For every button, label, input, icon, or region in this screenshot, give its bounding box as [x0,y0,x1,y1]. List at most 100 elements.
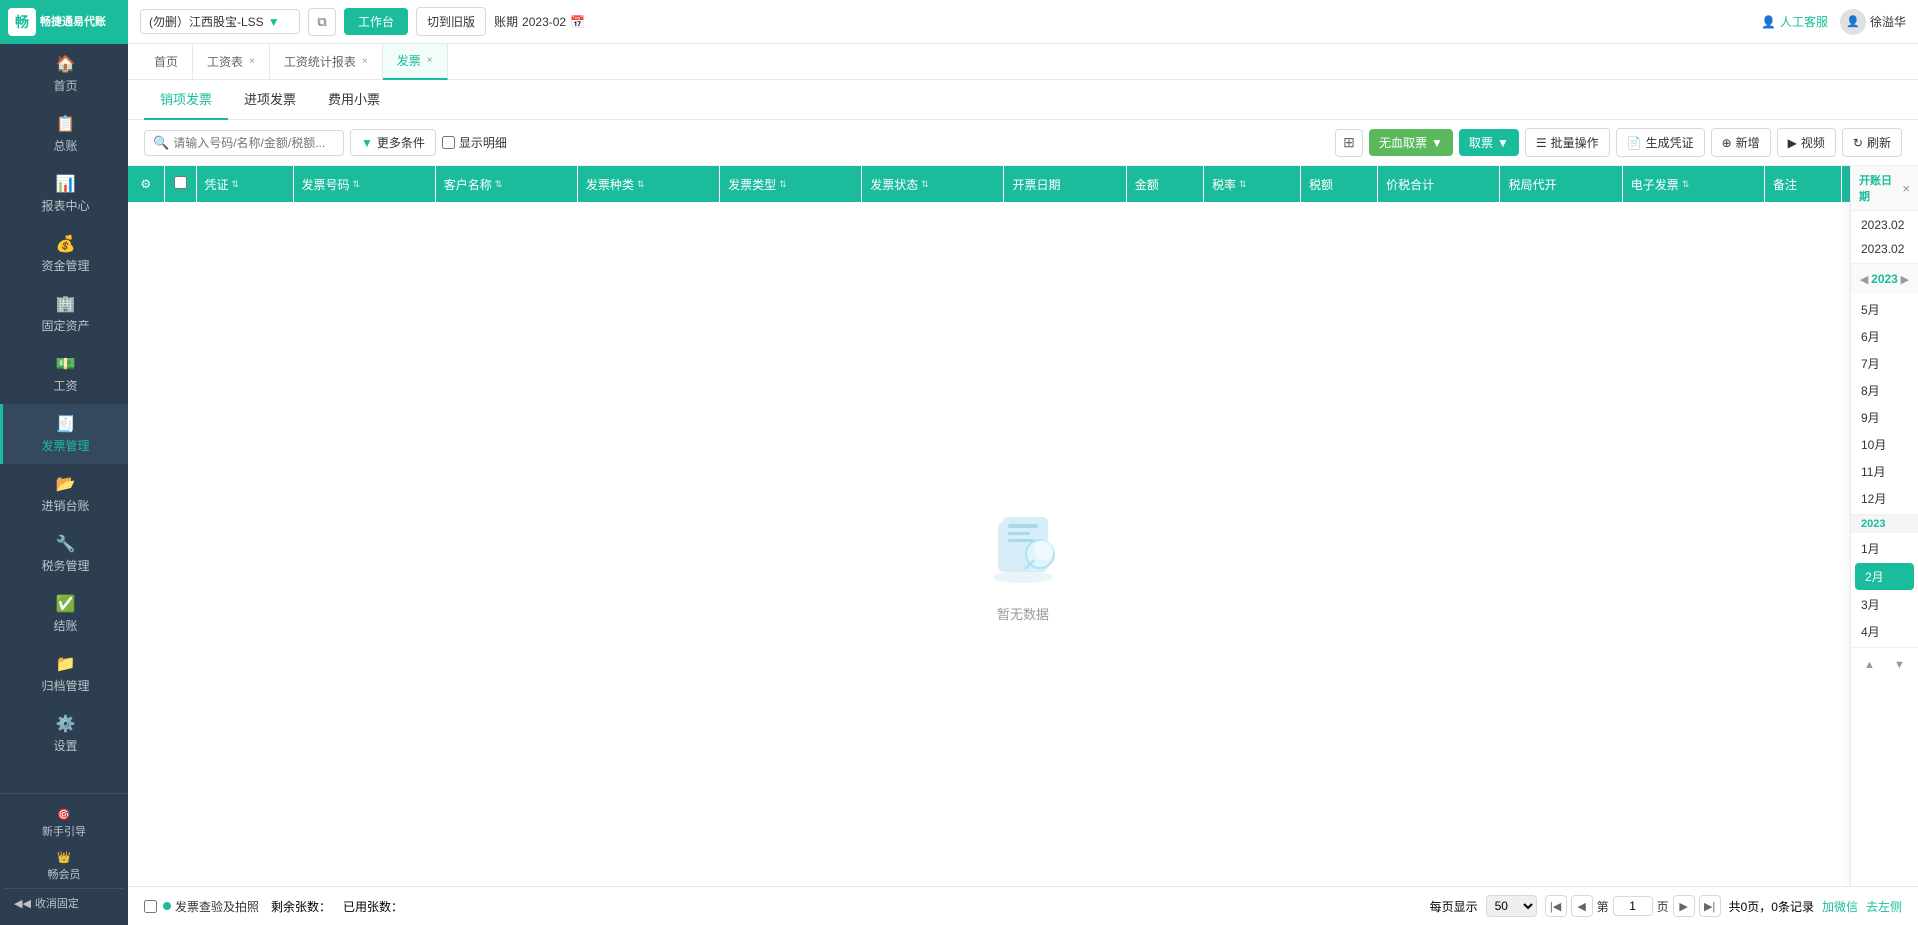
sidebar-item-settings[interactable]: ⚙️ 设置 [0,704,128,764]
th-voucher[interactable]: 凭证 ⇅ [196,166,293,202]
refresh-label: 刷新 [1867,134,1891,151]
last-page-button[interactable]: ▶| [1699,895,1721,917]
join-wechat-link[interactable]: 加微信 [1822,898,1858,915]
show-detail-checkbox[interactable] [442,136,455,149]
sidebar-item-ledger[interactable]: 📋 总账 [0,104,128,164]
assets-icon: 🏢 [56,294,76,314]
copy-button[interactable]: ⧉ [308,8,336,36]
batch-ops-button[interactable]: ☰ 批量操作 [1525,128,1610,157]
verify-checkbox[interactable] [144,900,157,913]
date-item-2023-3[interactable]: 3月 [1851,591,1918,618]
sidebar-item-guide[interactable]: 🎯 新手引导 [4,802,124,845]
th-customer[interactable]: 客户名称 ⇅ [435,166,577,202]
gen-voucher-button[interactable]: 📄 生成凭证 [1616,128,1705,157]
subtab-sales-invoice[interactable]: 销项发票 [144,80,228,120]
date-item-6[interactable]: 6月 [1851,323,1918,350]
prev-page-button[interactable]: ◀ [1571,895,1593,917]
th-invoice-type[interactable]: 发票种类 ⇅ [577,166,719,202]
sidebar-item-tax[interactable]: 🔧 税务管理 [0,524,128,584]
date-up-icon[interactable]: ▲ [1859,654,1881,676]
date-item-12[interactable]: 12月 [1851,485,1918,512]
guide-label: 新手引导 [42,823,86,839]
sidebar-item-salary[interactable]: 💵 工资 [0,344,128,404]
company-selector[interactable]: (勿删）江西股宝-LSS ▼ [140,9,300,34]
batch-ops-icon: ☰ [1536,136,1547,150]
tab-home[interactable]: 首页 [140,44,193,80]
date-item-2023-02-second-label: 2023.02 [1861,242,1904,256]
sidebar-item-sales[interactable]: 📂 进销台账 [0,464,128,524]
workbench-button[interactable]: 工作台 [344,8,408,35]
period-text: 账期 [494,13,518,30]
date-item-10[interactable]: 10月 [1851,431,1918,458]
per-page-select[interactable]: 50 100 200 [1486,895,1537,917]
date-item-2023-4[interactable]: 4月 [1851,618,1918,645]
tab-invoice[interactable]: 发票 × [383,44,448,80]
date-item-2023-2[interactable]: 2月 [1855,563,1914,590]
show-detail-checkbox-label: 显示明细 [442,134,507,151]
video-button[interactable]: ▶ 视频 [1777,128,1836,157]
sidebar-item-assets[interactable]: 🏢 固定资产 [0,284,128,344]
go-left-link[interactable]: 去左侧 [1866,898,1902,915]
sidebar-item-reports[interactable]: 📊 报表中心 [0,164,128,224]
switch-version-button[interactable]: 切到旧版 [416,7,486,36]
date-item-2023-1[interactable]: 1月 [1851,535,1918,562]
finance-icon: 💰 [56,234,76,254]
th-checkbox[interactable] [164,166,196,202]
refresh-button[interactable]: ↻ 刷新 [1842,128,1902,157]
th-electronic[interactable]: 电子发票 ⇅ [1622,166,1764,202]
table-container: ⚙ 凭证 ⇅ [128,166,1918,886]
close-salary-stats-tab[interactable]: × [362,56,368,67]
subtab-bar: 销项发票 进项发票 费用小票 [128,80,1918,120]
tab-salary[interactable]: 工资表 × [193,44,270,80]
th-invoice-status[interactable]: 发票状态 ⇅ [862,166,1004,202]
next-year-button[interactable]: ▶ [1898,268,1912,290]
sidebar-item-invoice[interactable]: 🧾 发票管理 [0,404,128,464]
sort-tax-rate-icon: ⇅ [1239,179,1247,190]
search-box[interactable]: 🔍 [144,130,344,156]
sidebar-item-member[interactable]: 👑 畅会员 [4,845,124,888]
date-item-11[interactable]: 11月 [1851,458,1918,485]
subtab-expense[interactable]: 费用小票 [312,80,396,120]
take-ticket-button[interactable]: 取票 ▼ [1459,129,1519,156]
sidebar-item-home[interactable]: 🏠 首页 [0,44,128,104]
search-input[interactable] [173,136,335,150]
date-panel-close-button[interactable]: × [1902,181,1910,196]
tab-salary-stats[interactable]: 工资统计报表 × [270,44,383,80]
th-invoice-no[interactable]: 发票号码 ⇅ [293,166,435,202]
close-invoice-tab[interactable]: × [427,55,433,66]
close-salary-tab[interactable]: × [249,56,255,67]
sidebar-item-finance[interactable]: 💰 资金管理 [0,224,128,284]
date-item-5[interactable]: 5月 [1851,296,1918,323]
column-settings-button[interactable]: ⊞ [1335,129,1363,157]
date-item-9[interactable]: 9月 [1851,404,1918,431]
batch-ops-label: 批量操作 [1551,134,1599,151]
company-name: (勿删）江西股宝-LSS [149,13,264,30]
new-invoice-button[interactable]: ⊕ 新增 [1711,128,1771,157]
current-year-label[interactable]: 2023 [1871,272,1898,286]
invoice-verify-btn[interactable]: 发票查验及拍照 [144,898,259,915]
th-tax-rate[interactable]: 税率 ⇅ [1203,166,1300,202]
table-header-row: ⚙ 凭证 ⇅ [128,166,1918,202]
prev-year-button[interactable]: ◀ [1857,268,1871,290]
date-down-icon[interactable]: ▼ [1889,654,1911,676]
subtab-purchase-invoice[interactable]: 进项发票 [228,80,312,120]
sidebar-item-closing[interactable]: ✅ 结账 [0,584,128,644]
table-date-wrapper: ⚙ 凭证 ⇅ [128,166,1918,886]
sidebar-item-archive[interactable]: 📁 归档管理 [0,644,128,704]
date-item-2023-02-top[interactable]: 2023.02 [1851,213,1918,237]
page-input[interactable] [1613,896,1653,916]
select-all-checkbox[interactable] [174,176,187,189]
next-page-button[interactable]: ▶ [1673,895,1695,917]
date-item-7[interactable]: 7月 [1851,350,1918,377]
first-page-button[interactable]: |◀ [1545,895,1567,917]
user-info[interactable]: 👤 徐溢华 [1840,9,1906,35]
th-invoice-cat[interactable]: 发票类型 ⇅ [720,166,862,202]
sidebar-collapse-btn[interactable]: ◀◀ 收消固定 [4,888,124,917]
date-item-2023-1-label: 1月 [1861,540,1880,557]
customer-service-button[interactable]: 👤 人工客服 [1761,13,1828,30]
date-item-8[interactable]: 8月 [1851,377,1918,404]
date-item-2023-2-label: 2月 [1865,568,1884,585]
no-cancel-button[interactable]: 无血取票 ▼ [1369,129,1453,156]
date-item-2023-02-second[interactable]: 2023.02 [1851,237,1918,261]
more-filter-button[interactable]: ▼ 更多条件 [350,129,436,156]
